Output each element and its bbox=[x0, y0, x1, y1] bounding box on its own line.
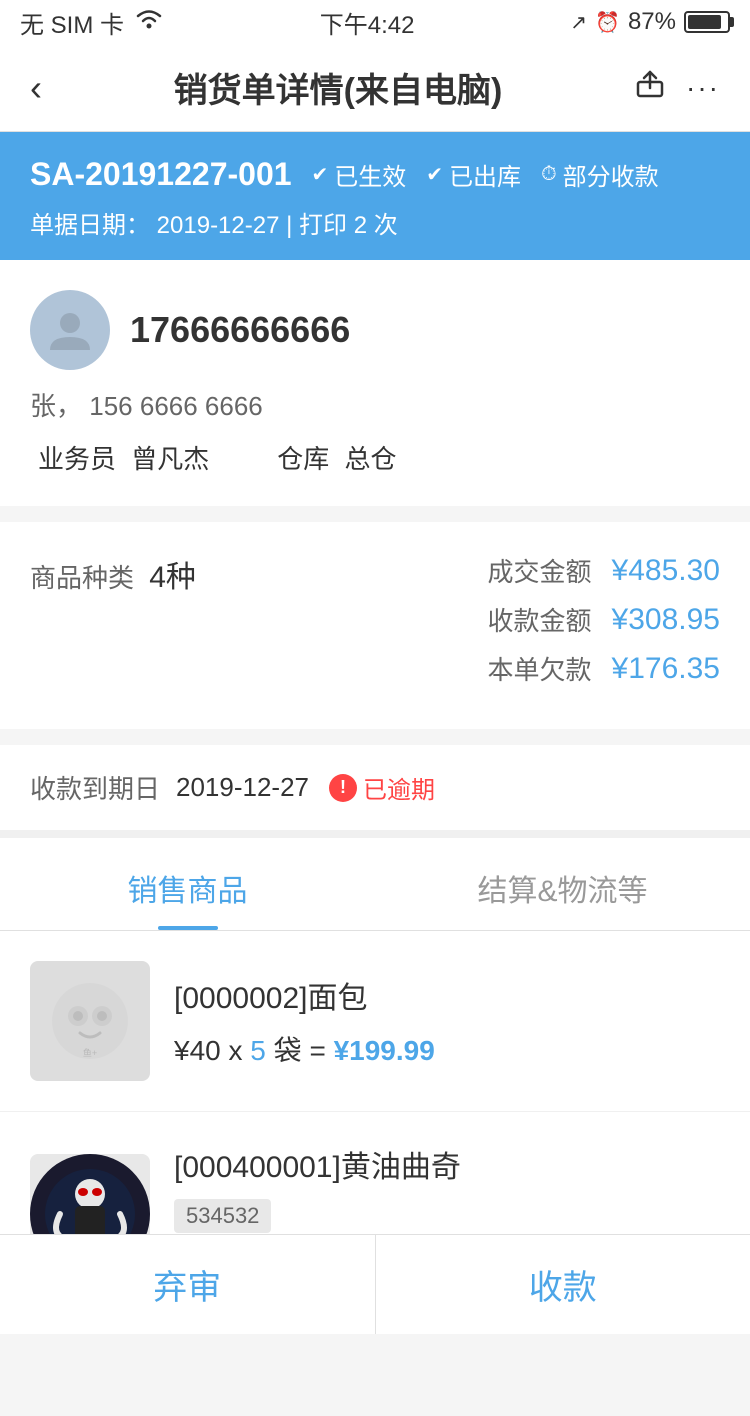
overdue-icon: ! bbox=[329, 774, 357, 802]
product-type-value: 4种 bbox=[149, 561, 196, 594]
amount-label: 成交金额 bbox=[488, 552, 592, 589]
date-label: 单据日期： bbox=[30, 212, 150, 239]
warehouse-value: 总仓 bbox=[345, 444, 397, 474]
back-button[interactable]: ‹ bbox=[30, 67, 42, 109]
status-left: 无 SIM 卡 bbox=[20, 5, 164, 40]
product-price-1: ¥40 x 5 袋 = ¥199.99 bbox=[174, 1029, 720, 1069]
shipped-check-icon: ✔ bbox=[426, 162, 443, 187]
overdue-text: 已逾期 bbox=[363, 770, 435, 805]
order-date: 2019-12-27 bbox=[157, 212, 280, 239]
location-icon: ↗ bbox=[570, 10, 587, 35]
debt-item: 本单欠款 ¥176.35 bbox=[488, 650, 720, 687]
carrier-text: 无 SIM 卡 bbox=[20, 5, 124, 40]
time-display: 下午4:42 bbox=[320, 5, 415, 40]
amount-value: ¥485.30 bbox=[612, 554, 720, 588]
customer-phone2: 156 6666 6666 bbox=[89, 391, 263, 421]
customer-section: 17666666666 张， 156 6666 6666 业务员 曾凡杰 仓库 … bbox=[0, 260, 750, 506]
customer-meta: 业务员 曾凡杰 仓库 总仓 bbox=[30, 439, 720, 476]
avatar bbox=[30, 290, 110, 370]
due-section: 收款到期日 2019-12-27 ! 已逾期 bbox=[0, 745, 750, 838]
nav-right-actions: ··· bbox=[634, 68, 720, 108]
product-thumbnail-1: 鱼+ bbox=[30, 961, 150, 1081]
product-unit-1: 袋 bbox=[274, 1035, 302, 1066]
table-row: 鱼+ [0000002]面包 ¥40 x 5 袋 = ¥199.99 bbox=[0, 931, 750, 1112]
product-name-1: [0000002]面包 bbox=[174, 973, 720, 1017]
status-badge-partial: ⏱ 部分收款 bbox=[541, 157, 659, 192]
amount-fields: 成交金额 ¥485.30 收款金额 ¥308.95 本单欠款 ¥176.35 bbox=[488, 552, 720, 699]
order-id: SA-20191227-001 bbox=[30, 156, 292, 193]
collect-payment-button[interactable]: 收款 bbox=[376, 1235, 750, 1334]
alarm-icon: ⏰ bbox=[595, 10, 620, 35]
status-badge-shipped: ✔ 已出库 bbox=[426, 157, 521, 192]
warehouse-label: 仓库 bbox=[277, 444, 329, 474]
debt-label: 本单欠款 bbox=[488, 650, 592, 687]
status-badge-effective: ✔ 已生效 bbox=[312, 157, 407, 192]
effective-check-icon: ✔ bbox=[312, 162, 329, 187]
sales-label: 业务员 bbox=[38, 444, 116, 474]
due-date-label: 收款到期日 bbox=[30, 769, 160, 806]
product-type-field: 商品种类 4种 bbox=[30, 552, 196, 596]
product-eq-1: = bbox=[309, 1035, 333, 1066]
due-date-value: 2019-12-27 bbox=[176, 772, 309, 803]
product-qty-1: 5 bbox=[250, 1035, 266, 1066]
print-suffix: 次 bbox=[374, 212, 398, 239]
warehouse-field: 仓库 总仓 bbox=[269, 439, 396, 476]
bottom-bar: 弃审 收款 bbox=[0, 1234, 750, 1334]
product-total-1: ¥199.99 bbox=[334, 1035, 435, 1066]
customer-name-text: 张， bbox=[30, 391, 82, 421]
tab-sales-products[interactable]: 销售商品 bbox=[0, 838, 375, 930]
banner-row2: 单据日期： 2019-12-27 | 打印 2 次 bbox=[30, 205, 720, 240]
svg-text:鱼+: 鱼+ bbox=[83, 1047, 97, 1058]
received-label: 收款金额 bbox=[488, 601, 592, 638]
received-item: 收款金额 ¥308.95 bbox=[488, 601, 720, 638]
product-tag-2: 534532 bbox=[174, 1199, 271, 1233]
amount-item: 成交金额 ¥485.30 bbox=[488, 552, 720, 589]
owl-icon: 鱼+ bbox=[50, 981, 130, 1061]
status-right: ↗ ⏰ 87% bbox=[570, 8, 730, 36]
cancel-review-button[interactable]: 弃审 bbox=[0, 1235, 376, 1334]
wifi-icon bbox=[134, 8, 164, 37]
tab-settlement-label: 结算&物流等 bbox=[477, 875, 647, 908]
partial-clock-icon: ⏱ bbox=[541, 163, 557, 186]
product-name-2: [000400001]黄油曲奇 bbox=[174, 1142, 720, 1186]
sales-person-value: 曾凡杰 bbox=[131, 444, 209, 474]
more-icon[interactable]: ··· bbox=[686, 72, 720, 104]
overdue-badge: ! 已逾期 bbox=[329, 770, 435, 805]
customer-top: 17666666666 bbox=[30, 290, 720, 370]
page-title: 销货单详情(来自电脑) bbox=[42, 63, 634, 112]
status-bar: 无 SIM 卡 下午4:42 ↗ ⏰ 87% bbox=[0, 0, 750, 44]
battery-percent: 87% bbox=[628, 8, 676, 36]
product-price-value-1: ¥40 bbox=[174, 1035, 221, 1066]
product-type-label: 商品种类 bbox=[30, 563, 134, 593]
sales-person-field: 业务员 曾凡杰 bbox=[30, 439, 209, 476]
stats-section: 商品种类 4种 成交金额 ¥485.30 收款金额 ¥308.95 本单欠款 ¥… bbox=[0, 522, 750, 729]
nav-bar: ‹ 销货单详情(来自电脑) ··· bbox=[0, 44, 750, 132]
tab-settlement[interactable]: 结算&物流等 bbox=[375, 838, 750, 930]
banner-row1: SA-20191227-001 ✔ 已生效 ✔ 已出库 ⏱ 部分收款 bbox=[30, 156, 720, 193]
customer-detail: 张， 156 6666 6666 bbox=[30, 386, 720, 423]
debt-value: ¥176.35 bbox=[612, 652, 720, 686]
product-info-1: [0000002]面包 ¥40 x 5 袋 = ¥199.99 bbox=[174, 973, 720, 1069]
share-icon[interactable] bbox=[634, 68, 666, 108]
print-label: | 打印 bbox=[286, 212, 347, 239]
tab-sales-label: 销售商品 bbox=[128, 875, 248, 908]
header-banner: SA-20191227-001 ✔ 已生效 ✔ 已出库 ⏱ 部分收款 单据日期：… bbox=[0, 132, 750, 260]
product-multiply-1: x bbox=[229, 1035, 251, 1066]
received-value: ¥308.95 bbox=[612, 603, 720, 637]
print-count: 2 bbox=[354, 212, 367, 239]
customer-phone: 17666666666 bbox=[130, 309, 350, 351]
tab-bar: 销售商品 结算&物流等 bbox=[0, 838, 750, 931]
battery-fill bbox=[688, 15, 721, 29]
stats-row: 商品种类 4种 成交金额 ¥485.30 收款金额 ¥308.95 本单欠款 ¥… bbox=[30, 552, 720, 699]
battery-icon bbox=[684, 11, 730, 33]
